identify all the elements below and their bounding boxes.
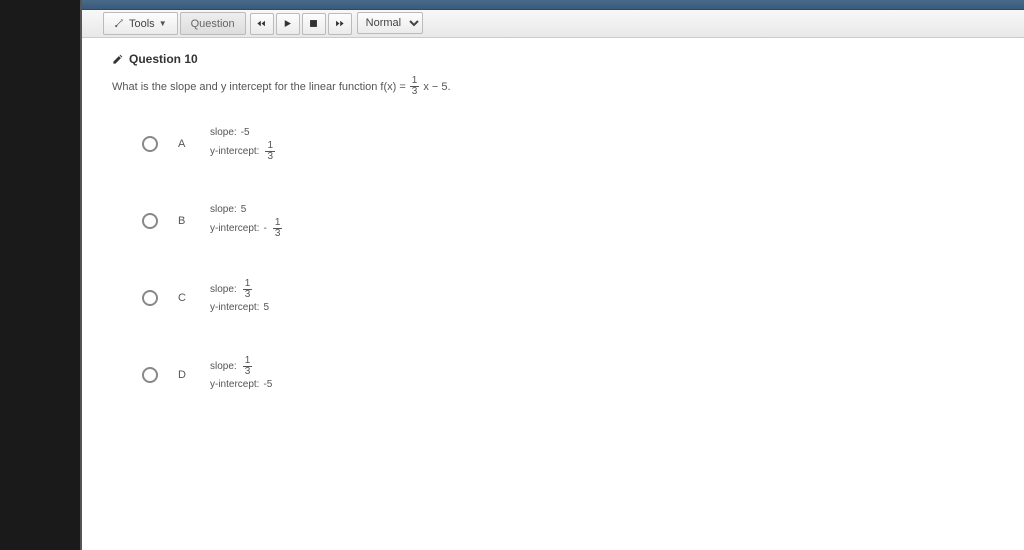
question-label: Question [191, 18, 235, 30]
tools-label: Tools [129, 18, 155, 30]
option-content: slope: 1 3 y-intercept: 5 [210, 279, 269, 316]
answer-options: A slope: -5 y-intercept: 1 3 [112, 125, 994, 393]
radio-b[interactable] [142, 213, 158, 229]
rewind-button[interactable] [250, 13, 274, 35]
content-area: Question 10 What is the slope and y inte… [82, 38, 1024, 550]
play-icon [282, 18, 293, 29]
option-content: slope: 5 y-intercept: - 1 3 [210, 202, 284, 239]
option-letter: D [178, 369, 190, 381]
stop-icon [308, 18, 319, 29]
pencil-icon [112, 54, 123, 65]
question-header: Question 10 [112, 52, 994, 66]
fast-forward-button[interactable] [328, 13, 352, 35]
option-b[interactable]: B slope: 5 y-intercept: - 1 3 [142, 202, 994, 239]
radio-c[interactable] [142, 290, 158, 306]
prompt-fraction: 1 3 [410, 76, 420, 97]
window-top-bar [82, 0, 1024, 10]
option-letter: B [178, 215, 190, 227]
nav-controls [249, 12, 353, 35]
option-content: slope: -5 y-intercept: 1 3 [210, 125, 277, 162]
question-prompt: What is the slope and y intercept for th… [112, 76, 994, 97]
play-button[interactable] [276, 13, 300, 35]
prompt-suffix: x − 5. [423, 81, 450, 93]
option-d[interactable]: D slope: 1 3 y-intercept: -5 [142, 356, 994, 393]
option-c[interactable]: C slope: 1 3 y-intercept: 5 [142, 279, 994, 316]
radio-d[interactable] [142, 367, 158, 383]
option-letter: A [178, 138, 190, 150]
option-content: slope: 1 3 y-intercept: -5 [210, 356, 272, 393]
toolbar: Tools ▼ Question Normal [82, 10, 1024, 38]
caret-down-icon: ▼ [159, 19, 167, 28]
view-mode-select[interactable]: Normal [357, 12, 423, 34]
option-a[interactable]: A slope: -5 y-intercept: 1 3 [142, 125, 994, 162]
wrench-icon [114, 18, 125, 29]
tools-dropdown[interactable]: Tools ▼ [103, 12, 178, 35]
option-letter: C [178, 292, 190, 304]
fast-forward-icon [334, 18, 345, 29]
app-window: Tools ▼ Question Normal [80, 0, 1024, 550]
rewind-icon [256, 18, 267, 29]
question-button[interactable]: Question [180, 12, 246, 35]
question-number: Question 10 [129, 52, 198, 66]
stop-button[interactable] [302, 13, 326, 35]
prompt-prefix: What is the slope and y intercept for th… [112, 81, 406, 93]
radio-a[interactable] [142, 136, 158, 152]
